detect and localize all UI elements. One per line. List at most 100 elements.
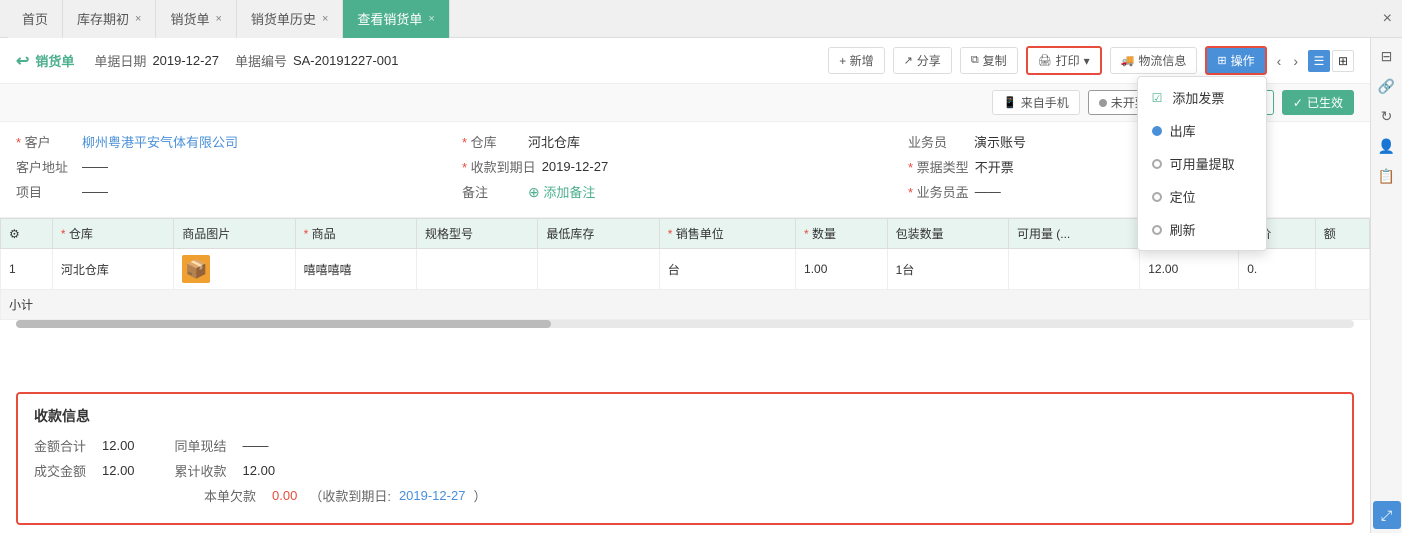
table-row: 1 河北仓库 📦 嘻嘻嘻嘻 台 1.00 1台: [1, 249, 1370, 290]
tab-sales[interactable]: 销货单 ×: [156, 0, 236, 38]
sidebar-icon-5[interactable]: 📋: [1373, 162, 1401, 190]
tab-history[interactable]: 销货单历史 ×: [237, 0, 343, 38]
col-min-stock: 最低库存: [538, 219, 659, 249]
list-view-button[interactable]: ☰: [1308, 50, 1330, 72]
menu-refresh-label: 刷新: [1170, 220, 1196, 239]
tab-home[interactable]: 首页: [8, 0, 63, 38]
staff-field: 业务员 演示账号: [908, 132, 1354, 151]
row-unit: 台: [659, 249, 795, 290]
sidebar-icon-4[interactable]: 👤: [1373, 132, 1401, 160]
print-button[interactable]: 🖨 打印 ▾: [1026, 46, 1102, 75]
payment-row-2: 成交金额 12.00 累计收款 12.00: [34, 461, 1336, 480]
tab-view-sales[interactable]: 查看销货单 ×: [343, 0, 449, 38]
nav-prev-arrow[interactable]: ‹: [1275, 53, 1284, 69]
doc-date-label: 单据日期: [94, 51, 146, 70]
tab-history-label: 销货单历史: [251, 9, 316, 28]
ticket-field: 票据类型 不开票: [908, 157, 1354, 176]
row-warehouse: 河北仓库: [52, 249, 173, 290]
menu-locate[interactable]: 定位: [1138, 180, 1266, 213]
total-value: 12.00: [102, 438, 135, 453]
doc-number-value: SA-20191227-001: [293, 53, 399, 68]
ticket-label: 票据类型: [908, 157, 969, 176]
row-image: 📦: [174, 249, 295, 290]
note-field: 备注 ⊕ 添加备注: [462, 182, 908, 201]
ticket-value: 不开票: [975, 157, 1014, 176]
tab-inventory[interactable]: 库存期初 ×: [63, 0, 156, 38]
menu-add-invoice[interactable]: ☑ 添加发票: [1138, 81, 1266, 114]
menu-available-qty-label: 可用量提取: [1170, 154, 1235, 173]
horizontal-scrollbar[interactable]: [16, 320, 1354, 328]
same-bill-label: 同单现结: [175, 436, 235, 455]
doc-number-field: 单据编号 SA-20191227-001: [235, 51, 399, 70]
row-amount: [1315, 249, 1369, 290]
add-note-label: 添加备注: [543, 185, 595, 200]
scrollbar-thumb[interactable]: [16, 320, 551, 328]
deal-amount-item: 成交金额 12.00: [34, 461, 135, 480]
menu-outbound[interactable]: 出库: [1138, 114, 1266, 147]
menu-refresh-dot: [1152, 225, 1162, 235]
col-settings[interactable]: ⚙: [1, 219, 53, 249]
print-button-label: 打印: [1056, 52, 1080, 69]
sidebar-icon-3[interactable]: ↻: [1373, 102, 1401, 130]
col-product: 商品: [295, 219, 416, 249]
due-date-value: 2019-12-27: [542, 159, 609, 174]
effective-icon: ✓: [1293, 96, 1303, 110]
logistics-button[interactable]: 🚚 物流信息: [1110, 47, 1198, 74]
warehouse-field: 仓库 河北仓库: [462, 132, 908, 151]
owe-note-end: ）: [473, 486, 533, 505]
sidebar-icon-2[interactable]: 🔗: [1373, 72, 1401, 100]
doc-date-field: 单据日期 2019-12-27: [94, 51, 219, 70]
payment-section: 收款信息 金额合计 12.00 同单现结 —— 成交金额 12.00 累计收款: [16, 392, 1354, 525]
owe-date: 2019-12-27: [399, 488, 466, 503]
row-qty: 1.00: [796, 249, 888, 290]
menu-available-qty[interactable]: 可用量提取: [1138, 147, 1266, 180]
menu-add-invoice-label: 添加发票: [1172, 88, 1224, 107]
effective-button[interactable]: ✓ 已生效: [1282, 90, 1354, 115]
project-label: 项目: [16, 182, 76, 201]
row-spec: [416, 249, 537, 290]
new-button[interactable]: + 新增: [828, 47, 884, 74]
col-image: 商品图片: [174, 219, 295, 249]
note-label: 备注: [462, 182, 522, 201]
doc-actions: + 新增 ↗ 分享 ⧉ 复制 🖨 打印 ▾: [828, 46, 1354, 75]
new-button-label: + 新增: [839, 52, 873, 69]
total-amount-item: 金额合计 12.00: [34, 436, 135, 455]
address-value: ——: [82, 159, 108, 174]
due-date-field: 收款到期日 2019-12-27: [462, 157, 908, 176]
sidebar-expand-icon[interactable]: ⤢: [1373, 501, 1401, 529]
not-open-dot: [1099, 99, 1107, 107]
col-unit: 销售单位: [659, 219, 795, 249]
row-index: 1: [1, 249, 53, 290]
row-min-stock: [538, 249, 659, 290]
effective-label: 已生效: [1307, 94, 1343, 111]
tab-sales-close[interactable]: ×: [215, 13, 221, 25]
copy-button[interactable]: ⧉ 复制: [960, 47, 1018, 74]
customer-value[interactable]: 柳州粤港平安气体有限公司: [82, 132, 238, 151]
nav-next-arrow[interactable]: ›: [1291, 53, 1300, 69]
operate-button-label: 操作: [1231, 52, 1255, 69]
tab-inventory-close[interactable]: ×: [135, 13, 141, 25]
from-phone-label: 来自手机: [1021, 94, 1069, 111]
from-phone-button[interactable]: 📱 来自手机: [992, 90, 1080, 115]
subtotal-row: 小计: [1, 290, 1370, 320]
add-note-button[interactable]: ⊕ 添加备注: [528, 182, 595, 201]
menu-refresh[interactable]: 刷新: [1138, 213, 1266, 246]
doc-header: ↩ 销货单 单据日期 2019-12-27 单据编号 SA-20191227-0…: [0, 38, 1370, 84]
warehouse-value: 河北仓库: [528, 132, 580, 151]
deal-label: 成交金额: [34, 461, 94, 480]
from-phone-icon: 📱: [1003, 96, 1017, 109]
share-button[interactable]: ↗ 分享: [893, 47, 952, 74]
grid-view-button[interactable]: ⊞: [1332, 50, 1354, 72]
tab-sales-label: 销货单: [170, 9, 209, 28]
tab-history-close[interactable]: ×: [322, 13, 328, 25]
operate-button[interactable]: ⊞ 操作: [1205, 46, 1266, 75]
tab-view-sales-close[interactable]: ×: [428, 13, 434, 25]
tab-view-sales-label: 查看销货单: [357, 9, 422, 28]
right-sidebar: ⊟ 🔗 ↻ 👤 📋 ⤢: [1370, 38, 1402, 533]
menu-available-qty-dot: [1152, 159, 1162, 169]
sidebar-icon-1[interactable]: ⊟: [1373, 42, 1401, 70]
same-bill-value: ——: [243, 438, 269, 453]
address-field: 客户地址 ——: [16, 157, 462, 176]
window-close-button[interactable]: ×: [1383, 10, 1392, 28]
customer-label: 客户: [16, 132, 76, 151]
